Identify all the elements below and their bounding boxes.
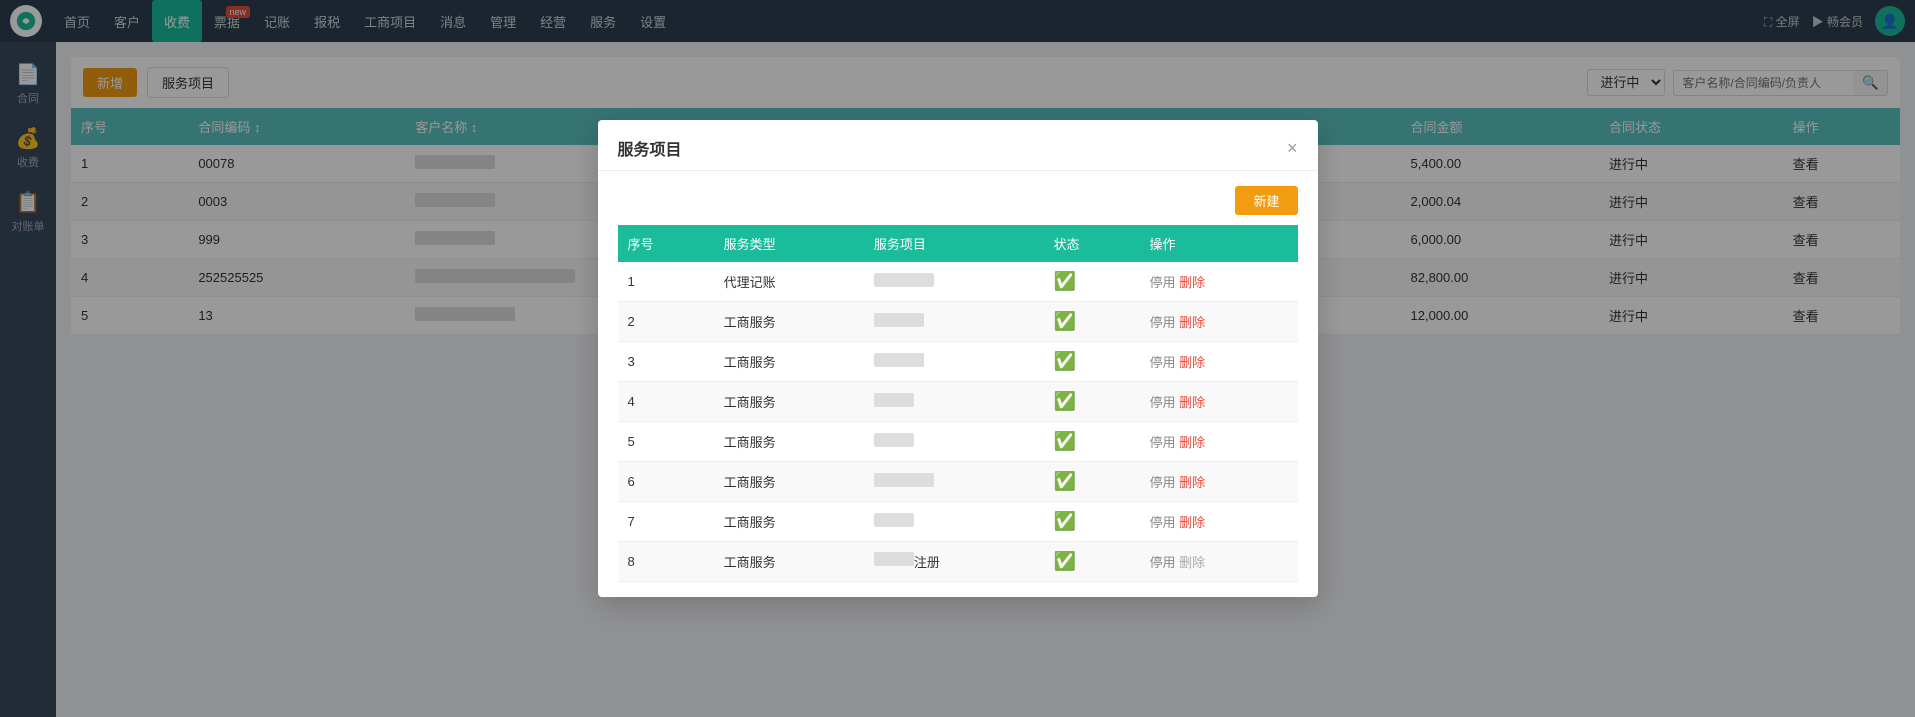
delete-button[interactable]: 删除	[1179, 352, 1205, 371]
modal-cell-seq: 7	[618, 502, 714, 542]
stop-button[interactable]: 停用	[1150, 472, 1176, 491]
modal-table-row: 5 工商服务 ✅ 停用 删除	[618, 422, 1298, 462]
modal-cell-type: 工商服务	[714, 422, 864, 462]
stop-button[interactable]: 停用	[1150, 552, 1176, 571]
modal-cell-status: ✅	[1043, 342, 1139, 382]
modal-cell-seq: 8	[618, 542, 714, 582]
modal-cell-status: ✅	[1043, 462, 1139, 502]
modal-cell-seq: 5	[618, 422, 714, 462]
modal-cell-seq: 6	[618, 462, 714, 502]
modal-col-seq: 序号	[618, 225, 714, 262]
modal-cell-seq: 4	[618, 382, 714, 422]
status-check-icon: ✅	[1053, 471, 1075, 491]
modal-table-row: 4 工商服务 ✅ 停用 删除	[618, 382, 1298, 422]
delete-button[interactable]: 删除	[1179, 392, 1205, 411]
delete-button[interactable]: 删除	[1179, 552, 1205, 571]
stop-button[interactable]: 停用	[1150, 512, 1176, 531]
modal-cell-item	[864, 382, 1044, 422]
modal-cell-action: 停用 删除	[1140, 422, 1298, 462]
modal-cell-type: 工商服务	[714, 462, 864, 502]
status-check-icon: ✅	[1053, 351, 1075, 371]
modal-cell-status: ✅	[1043, 262, 1139, 302]
modal-new-button[interactable]: 新建	[1235, 186, 1297, 215]
modal-table-row: 8 工商服务 注册 ✅ 停用 删除	[618, 542, 1298, 582]
modal-overlay[interactable]: 服务项目 × 新建 序号 服务类型 服务项目 状态 操作	[0, 0, 1915, 717]
modal-close-button[interactable]: ×	[1287, 138, 1298, 159]
modal-cell-type: 工商服务	[714, 542, 864, 582]
modal-cell-action: 停用 删除	[1140, 502, 1298, 542]
modal-col-status: 状态	[1043, 225, 1139, 262]
modal-cell-item: 1	[864, 262, 1044, 302]
modal-cell-item	[864, 462, 1044, 502]
modal-cell-action: 停用 删除	[1140, 302, 1298, 342]
modal-header: 服务项目 ×	[598, 120, 1318, 171]
modal-cell-type: 工商服务	[714, 502, 864, 542]
delete-button[interactable]: 删除	[1179, 432, 1205, 451]
modal-cell-item	[864, 302, 1044, 342]
modal-cell-type: 工商服务	[714, 302, 864, 342]
modal-cell-type: 代理记账	[714, 262, 864, 302]
service-modal: 服务项目 × 新建 序号 服务类型 服务项目 状态 操作	[598, 120, 1318, 597]
modal-cell-action: 停用 删除	[1140, 542, 1298, 582]
stop-button[interactable]: 停用	[1150, 352, 1176, 371]
modal-cell-seq: 1	[618, 262, 714, 302]
modal-cell-action: 停用 删除	[1140, 342, 1298, 382]
stop-button[interactable]: 停用	[1150, 272, 1176, 291]
modal-table-row: 6 工商服务 ✅ 停用 删除	[618, 462, 1298, 502]
modal-col-action: 操作	[1140, 225, 1298, 262]
status-check-icon: ✅	[1053, 311, 1075, 331]
modal-cell-status: ✅	[1043, 382, 1139, 422]
modal-table-row: 2 工商服务 ✅ 停用 删除	[618, 302, 1298, 342]
status-check-icon: ✅	[1053, 391, 1075, 411]
modal-table-header: 序号 服务类型 服务项目 状态 操作	[618, 225, 1298, 262]
modal-cell-action: 停用 删除	[1140, 382, 1298, 422]
modal-body: 新建 序号 服务类型 服务项目 状态 操作 1 代理记账	[598, 171, 1318, 597]
modal-cell-action: 停用 删除	[1140, 262, 1298, 302]
modal-cell-item	[864, 342, 1044, 382]
stop-button[interactable]: 停用	[1150, 312, 1176, 331]
delete-button[interactable]: 删除	[1179, 272, 1205, 291]
service-items-table: 序号 服务类型 服务项目 状态 操作 1 代理记账 1 ✅ 停用	[618, 225, 1298, 582]
modal-col-type: 服务类型	[714, 225, 864, 262]
modal-table-row: 3 工商服务 ✅ 停用 删除	[618, 342, 1298, 382]
status-check-icon: ✅	[1053, 271, 1075, 291]
modal-title: 服务项目	[618, 136, 682, 160]
modal-table-row: 1 代理记账 1 ✅ 停用 删除	[618, 262, 1298, 302]
delete-button[interactable]: 删除	[1179, 512, 1205, 531]
stop-button[interactable]: 停用	[1150, 432, 1176, 451]
modal-cell-status: ✅	[1043, 302, 1139, 342]
modal-cell-item	[864, 422, 1044, 462]
modal-cell-item: 注册	[864, 542, 1044, 582]
modal-cell-item	[864, 502, 1044, 542]
modal-cell-seq: 3	[618, 342, 714, 382]
status-check-icon: ✅	[1053, 511, 1075, 531]
stop-button[interactable]: 停用	[1150, 392, 1176, 411]
modal-cell-status: ✅	[1043, 542, 1139, 582]
modal-table-row: 7 工商服务 ✅ 停用 删除	[618, 502, 1298, 542]
modal-new-btn-area: 新建	[618, 186, 1298, 215]
modal-cell-action: 停用 删除	[1140, 462, 1298, 502]
status-check-icon: ✅	[1053, 431, 1075, 451]
modal-cell-seq: 2	[618, 302, 714, 342]
delete-button[interactable]: 删除	[1179, 472, 1205, 491]
modal-cell-status: ✅	[1043, 502, 1139, 542]
delete-button[interactable]: 删除	[1179, 312, 1205, 331]
status-check-icon: ✅	[1053, 551, 1075, 571]
modal-cell-status: ✅	[1043, 422, 1139, 462]
modal-cell-type: 工商服务	[714, 342, 864, 382]
modal-col-item: 服务项目	[864, 225, 1044, 262]
modal-cell-type: 工商服务	[714, 382, 864, 422]
